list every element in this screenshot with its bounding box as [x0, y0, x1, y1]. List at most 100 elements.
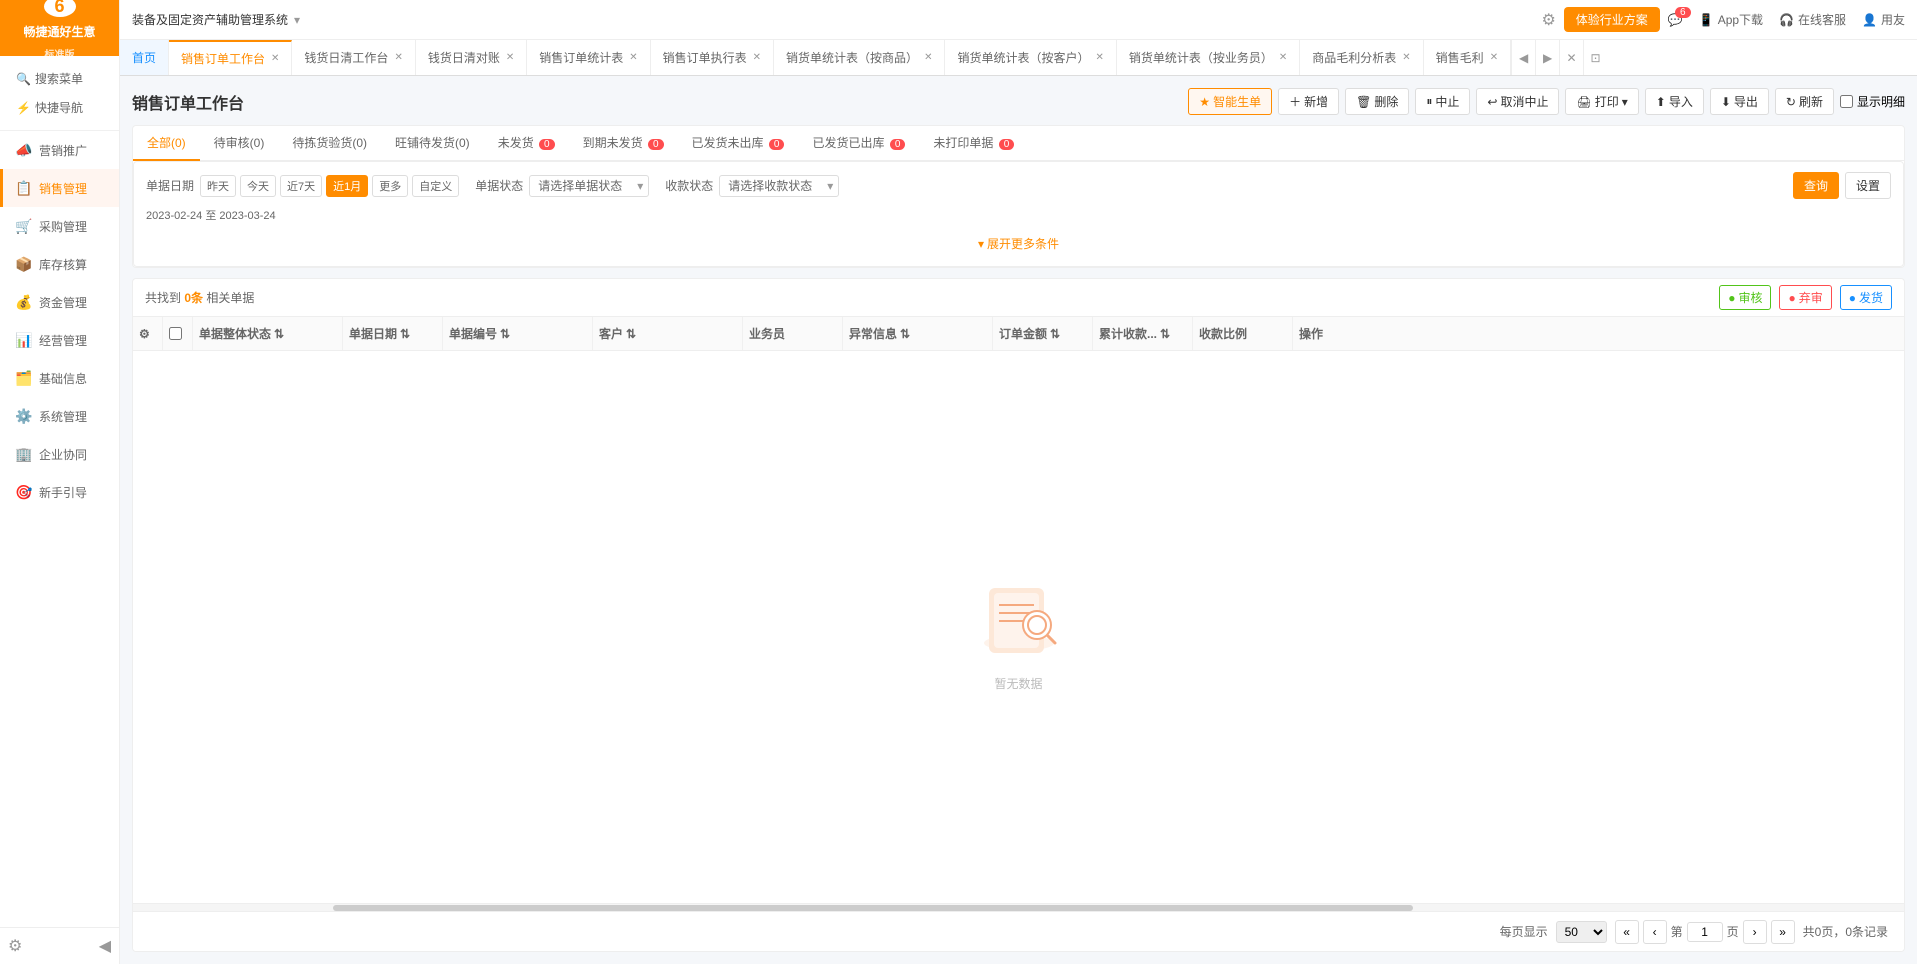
search-menu-item[interactable]: 🔍 搜索菜单: [8, 64, 111, 93]
page-last-btn[interactable]: »: [1771, 920, 1795, 944]
reject-btn[interactable]: ● 弃审: [1779, 285, 1831, 310]
tab-close-all-btn[interactable]: ✕: [1559, 40, 1583, 76]
tab-close-icon[interactable]: ✕: [506, 52, 514, 63]
smart-btn[interactable]: ★ 智能生单: [1188, 88, 1272, 115]
filter-tab-expired[interactable]: 到期未发货 0: [569, 126, 678, 161]
date-btn-yesterday[interactable]: 昨天: [200, 175, 236, 197]
app-download-link[interactable]: 📱 App下载: [1699, 11, 1763, 28]
scrollbar-thumb[interactable]: [333, 905, 1413, 911]
tab-close-icon[interactable]: ✕: [753, 52, 761, 63]
status-select[interactable]: 请选择单据状态: [529, 175, 649, 197]
sidebar-item-sys-mgmt[interactable]: ⚙️ 系统管理: [0, 397, 119, 435]
th-collected[interactable]: 累计收款... ⇅: [1093, 317, 1193, 350]
filter-tab-pending-review[interactable]: 待审核(0): [200, 126, 279, 161]
delete-btn[interactable]: 🗑 删除: [1345, 88, 1409, 115]
date-btn-today[interactable]: 今天: [240, 175, 276, 197]
sidebar-item-base-info[interactable]: 🗂️ 基础信息: [0, 359, 119, 397]
tab-home[interactable]: 首页: [120, 40, 169, 76]
tab-close-icon[interactable]: ✕: [1490, 52, 1498, 63]
th-number[interactable]: 单据编号 ⇅: [443, 317, 593, 350]
horizontal-scrollbar[interactable]: [133, 903, 1904, 911]
header-settings-icon[interactable]: ⚙: [1541, 10, 1555, 30]
th-status[interactable]: 单据整体状态 ⇅: [193, 317, 343, 350]
cancel-pause-btn[interactable]: ↩ 取消中止: [1476, 88, 1559, 115]
sidebar-item-sales-mgmt[interactable]: 📋 销售管理: [0, 169, 119, 207]
tab-sales-workbench[interactable]: 销售订单工作台 ✕: [169, 40, 292, 76]
per-page-select[interactable]: 50 100 200: [1556, 921, 1607, 943]
date-btn-more[interactable]: 更多: [372, 175, 408, 197]
tab-daily-clear[interactable]: 钱货日清工作台 ✕: [292, 40, 415, 76]
th-settings[interactable]: ⚙: [133, 317, 163, 350]
industry-btn[interactable]: 体验行业方案: [1564, 7, 1660, 32]
import-btn[interactable]: ⬆ 导入: [1645, 88, 1704, 115]
th-customer[interactable]: 客户 ⇅: [593, 317, 743, 350]
expand-btn[interactable]: ▾ 展开更多条件: [978, 235, 1059, 252]
tab-next-btn[interactable]: ▶: [1535, 40, 1559, 76]
tab-goods-stat-product[interactable]: 销货单统计表（按商品） ✕: [774, 40, 945, 76]
collapse-icon[interactable]: ◀: [99, 936, 111, 956]
date-btn-custom[interactable]: 自定义: [412, 175, 459, 197]
page-first-btn[interactable]: «: [1615, 920, 1639, 944]
th-checkbox[interactable]: [163, 317, 193, 350]
filter-tab-not-shipped[interactable]: 未发货 0: [484, 126, 569, 161]
tab-close-icon[interactable]: ✕: [1402, 52, 1410, 63]
filter-tab-wangpu[interactable]: 旺铺待发货(0): [381, 126, 484, 161]
message-icon-area[interactable]: 💬 6: [1668, 13, 1683, 27]
sidebar-item-purchase-mgmt[interactable]: 🛒 采购管理: [0, 207, 119, 245]
filter-tab-all[interactable]: 全部(0): [133, 126, 200, 161]
sidebar-item-inventory[interactable]: 📦 库存核算: [0, 245, 119, 283]
query-btn[interactable]: 查询: [1793, 172, 1839, 199]
tab-close-icon[interactable]: ✕: [1279, 52, 1287, 63]
page-next-btn[interactable]: ›: [1743, 920, 1767, 944]
pause-btn[interactable]: ⏸ 中止: [1415, 88, 1470, 115]
tab-close-icon[interactable]: ✕: [924, 52, 932, 63]
tab-expand-btn[interactable]: ⊡: [1583, 40, 1607, 76]
th-amount[interactable]: 订单金额 ⇅: [993, 317, 1093, 350]
sidebar-item-finance[interactable]: 💰 资金管理: [0, 283, 119, 321]
tab-close-icon[interactable]: ✕: [394, 52, 402, 63]
filter-tab-shipped-out[interactable]: 已发货已出库 0: [798, 126, 919, 161]
tab-prev-btn[interactable]: ◀: [1511, 40, 1535, 76]
sidebar-item-guide[interactable]: 🎯 新手引导: [0, 473, 119, 511]
tab-sales-stat[interactable]: 销售订单统计表 ✕: [527, 40, 650, 76]
tab-close-icon[interactable]: ✕: [1095, 52, 1103, 63]
tab-sales-exec[interactable]: 销售订单执行表 ✕: [651, 40, 774, 76]
sidebar-item-operation[interactable]: 📊 经营管理: [0, 321, 119, 359]
sidebar-item-sales-promo[interactable]: 📣 营销推广: [0, 131, 119, 169]
tab-cash-clear[interactable]: 钱货日清对账 ✕: [416, 40, 527, 76]
tab-close-icon[interactable]: ✕: [629, 52, 637, 63]
show-detail-checkbox[interactable]: [1840, 95, 1853, 108]
filter-tab-shipped-not-warehouse[interactable]: 已发货未出库 0: [678, 126, 799, 161]
payment-select[interactable]: 请选择收款状态: [719, 175, 839, 197]
online-service-link[interactable]: 🎧 在线客服: [1779, 11, 1846, 28]
tab-goods-stat-customer[interactable]: 销货单统计表（按客户） ✕: [945, 40, 1116, 76]
quick-nav-item[interactable]: ⚡ 快捷导航: [8, 93, 111, 122]
date-btn-7days[interactable]: 近7天: [280, 175, 322, 197]
settings-bottom-icon[interactable]: ⚙: [8, 936, 22, 956]
page-prev-btn[interactable]: ‹: [1643, 920, 1667, 944]
th-date[interactable]: 单据日期 ⇅: [343, 317, 443, 350]
tab-goods-stat-salesman[interactable]: 销货单统计表（按业务员） ✕: [1117, 40, 1300, 76]
tab-sales-margin[interactable]: 销售毛利 ✕: [1424, 40, 1511, 76]
date-btn-1month[interactable]: 近1月: [326, 175, 368, 197]
export-btn-label: 导出: [1734, 93, 1758, 110]
system-dropdown-icon[interactable]: ▾: [294, 13, 300, 27]
th-abnormal[interactable]: 异常信息 ⇅: [843, 317, 993, 350]
print-btn[interactable]: 🖨 打印 ▾: [1565, 88, 1638, 115]
page-input[interactable]: [1687, 922, 1723, 942]
user-menu[interactable]: 👤 用友: [1862, 11, 1905, 28]
add-btn[interactable]: ＋ 新增: [1278, 88, 1339, 115]
filter-tab-pending-inspect[interactable]: 待拣货验货(0): [278, 126, 381, 161]
tab-goods-margin[interactable]: 商品毛利分析表 ✕: [1300, 40, 1423, 76]
refresh-btn[interactable]: ↻ 刷新: [1775, 88, 1834, 115]
th-salesman[interactable]: 业务员: [743, 317, 843, 350]
filter-tab-not-printed[interactable]: 未打印单据 0: [919, 126, 1028, 161]
export-btn[interactable]: ⬇ 导出: [1710, 88, 1769, 115]
settings-btn[interactable]: 设置: [1845, 172, 1891, 199]
approve-btn[interactable]: ● 审核: [1719, 285, 1771, 310]
tab-close-icon[interactable]: ✕: [271, 53, 279, 64]
select-all-checkbox[interactable]: [169, 327, 182, 340]
ship-btn[interactable]: ● 发货: [1840, 285, 1892, 310]
sidebar-item-enterprise[interactable]: 🏢 企业协同: [0, 435, 119, 473]
show-detail-toggle[interactable]: 显示明细: [1840, 93, 1905, 110]
